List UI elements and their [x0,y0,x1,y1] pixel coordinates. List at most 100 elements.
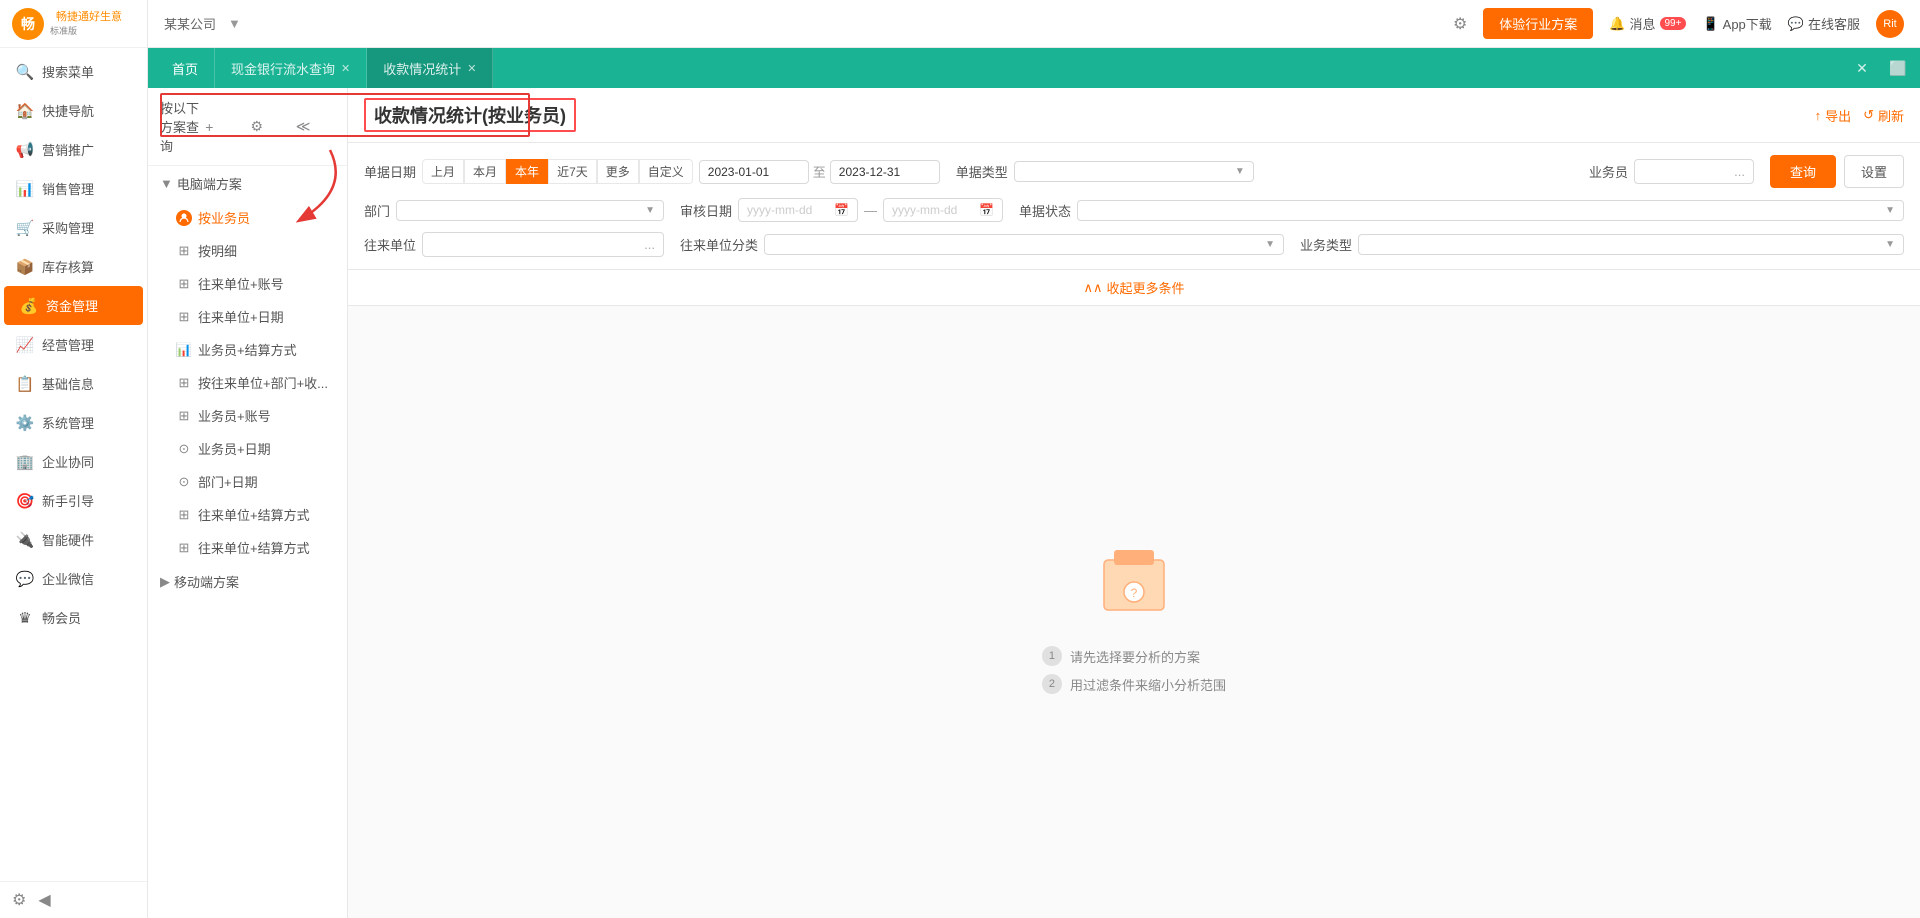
salesperson-more-icon[interactable]: ... [1734,164,1745,179]
sidebar-item-member[interactable]: ♛ 畅会员 [0,598,147,637]
settings-bottom-icon[interactable]: ⚙ [12,890,26,910]
scheme-item-salesperson-settle[interactable]: 📊 业务员+结算方式 [148,333,347,366]
refresh-icon: ↺ [1863,107,1874,123]
gear-icon[interactable]: ⚙ [1453,14,1467,34]
partner-select[interactable]: ... [422,232,664,257]
doc-status-dropdown-icon: ▼ [1885,205,1895,216]
date-tabs: 上月 本月 本年 近7天 更多 自定义 [422,159,693,184]
app-download-action[interactable]: 📱 App下载 [1702,14,1771,33]
salesperson-select[interactable]: ... [1634,159,1754,184]
settings-button[interactable]: 设置 [1844,155,1904,188]
date-tab-this-month[interactable]: 本月 [464,159,506,184]
review-date-start-input[interactable]: yyyy-mm-dd 📅 [738,198,858,222]
export-button[interactable]: ↑ 导出 [1815,106,1852,125]
svg-text:?: ? [1131,586,1138,600]
maximize-window-icon[interactable]: ⬜ [1884,54,1912,82]
partner-settle1-icon: ⊞ [176,507,192,523]
sidebar-item-search[interactable]: 🔍 搜索菜单 [0,52,147,91]
date-tab-more[interactable]: 更多 [597,159,639,184]
partner-class-select[interactable]: ▼ [764,234,1284,255]
empty-illustration: ? [1084,530,1184,630]
doc-status-select[interactable]: ▼ [1077,200,1904,221]
date-range: 2023-01-01 至 2023-12-31 [699,160,940,184]
date-tab-custom[interactable]: 自定义 [639,159,693,184]
sidebar-item-label: 系统管理 [42,413,94,432]
query-button[interactable]: 查询 [1770,155,1836,188]
top-header: 某某公司 ▼ ⚙ 体验行业方案 🔔 消息 99+ 📱 App下载 💬 在线客服 … [148,0,1920,48]
trial-button[interactable]: 体验行业方案 [1483,8,1593,39]
scheme-item-partner-account[interactable]: ⊞ 往来单位+账号 [148,267,347,300]
sidebar-item-corp[interactable]: 🏢 企业协同 [0,442,147,481]
notification-action[interactable]: 🔔 消息 99+ [1609,14,1686,33]
hardware-icon: 🔌 [16,531,34,549]
sidebar-bottom: ⚙ ◀ [0,881,147,918]
date-tab-last-7days[interactable]: 近7天 [548,159,597,184]
doc-type-label: 单据类型 [956,162,1008,181]
tab-bank-flow-close[interactable]: ✕ [341,62,350,75]
scheme-item-partner-settle2[interactable]: ⊞ 往来单位+结算方式 [148,531,347,564]
purchase-icon: 🛒 [16,219,34,237]
scheme-item-by-detail[interactable]: ⊞ 按明细 [148,234,347,267]
detail-scheme-icon: ⊞ [176,243,192,259]
biz-type-select[interactable]: ▼ [1358,234,1904,255]
tab-collection-stats-close[interactable]: ✕ [467,62,476,75]
sidebar-item-label: 新手引导 [42,491,94,510]
refresh-button[interactable]: ↺ 刷新 [1863,106,1904,125]
date-tab-last-month[interactable]: 上月 [422,159,464,184]
sidebar-item-sales[interactable]: 📊 销售管理 [0,169,147,208]
sidebar-item-inventory[interactable]: 📦 库存核算 [0,247,147,286]
date-tab-this-year[interactable]: 本年 [506,159,548,184]
dept-select[interactable]: ▼ [396,200,664,221]
sidebar-item-purchase[interactable]: 🛒 采购管理 [0,208,147,247]
sidebar-item-wechat[interactable]: 💬 企业微信 [0,559,147,598]
collapse-panel-icon[interactable]: ≪ [296,118,335,135]
date-start-input[interactable]: 2023-01-01 [699,160,809,184]
date-end-input[interactable]: 2023-12-31 [830,160,940,184]
scheme-item-partner-date[interactable]: ⊞ 往来单位+日期 [148,300,347,333]
doc-status-label: 单据状态 [1019,201,1071,220]
scheme-settings-icon[interactable]: ⚙ [251,118,290,135]
review-date-end-input[interactable]: yyyy-mm-dd 📅 [883,198,1003,222]
app-download-label: App下载 [1723,14,1772,33]
salesperson-date-icon: ⊙ [176,441,192,457]
sidebar-item-guide[interactable]: 🎯 新手引导 [0,481,147,520]
scheme-item-by-salesperson[interactable]: 按业务员 [148,201,347,234]
collapse-sidebar-icon[interactable]: ◀ [38,890,50,910]
sidebar: 畅 畅捷通好生意 标准版 🔍 搜索菜单 🏠 快捷导航 📢 营销推广 📊 销售管理… [0,0,148,918]
scheme-item-dept-date[interactable]: ⊙ 部门+日期 [148,465,347,498]
online-service-action[interactable]: 💬 在线客服 [1788,14,1860,33]
sidebar-item-marketing[interactable]: 📢 营销推广 [0,130,147,169]
tab-home-label: 首页 [172,59,198,78]
partner-filter: 往来单位 ... [364,232,664,257]
breadcrumb-dropdown-icon[interactable]: ▼ [228,16,241,31]
empty-step-1: 1 请先选择要分析的方案 [1042,646,1226,666]
collapse-button[interactable]: ∧∧ 收起更多条件 [1083,278,1184,297]
calendar-end-icon: 📅 [979,203,994,217]
scheme-group-pc-title[interactable]: ▼ 电脑端方案 [148,166,347,201]
scheme-item-partner-settle1[interactable]: ⊞ 往来单位+结算方式 [148,498,347,531]
collapse-bar: ∧∧ 收起更多条件 [348,270,1920,306]
sidebar-item-system[interactable]: ⚙️ 系统管理 [0,403,147,442]
scheme-item-partner-dept[interactable]: ⊞ 按往来单位+部门+收... [148,366,347,399]
logo-text: 畅捷通好生意 [56,10,122,24]
tab-bank-flow[interactable]: 现金银行流水查询 ✕ [215,48,367,88]
scheme-item-salesperson-account[interactable]: ⊞ 业务员+账号 [148,399,347,432]
scheme-item-salesperson-date[interactable]: ⊙ 业务员+日期 [148,432,347,465]
sidebar-item-operations[interactable]: 📈 经营管理 [0,325,147,364]
add-scheme-icon[interactable]: + [205,119,244,135]
sidebar-item-hardware[interactable]: 🔌 智能硬件 [0,520,147,559]
sidebar-item-finance[interactable]: 💰 资金管理 [4,286,143,325]
empty-state: ? 1 请先选择要分析的方案 2 用过滤条件来缩小分析范围 [348,306,1920,918]
tab-home[interactable]: 首页 [156,48,215,88]
sidebar-item-quick-nav[interactable]: 🏠 快捷导航 [0,91,147,130]
sidebar-item-label: 库存核算 [42,257,94,276]
partner-more-icon[interactable]: ... [644,237,655,252]
partner-class-dropdown-icon: ▼ [1265,239,1275,250]
sidebar-item-basics[interactable]: 📋 基础信息 [0,364,147,403]
close-window-icon[interactable]: ✕ [1848,54,1876,82]
user-avatar[interactable]: Rit [1876,10,1904,38]
scheme-group-mobile-title[interactable]: ▶ 移动端方案 [148,564,347,599]
doc-type-select[interactable]: ▼ [1014,161,1254,182]
tab-collection-stats[interactable]: 收款情况统计 ✕ [367,48,493,88]
scheme-item-label: 按明细 [198,241,237,260]
